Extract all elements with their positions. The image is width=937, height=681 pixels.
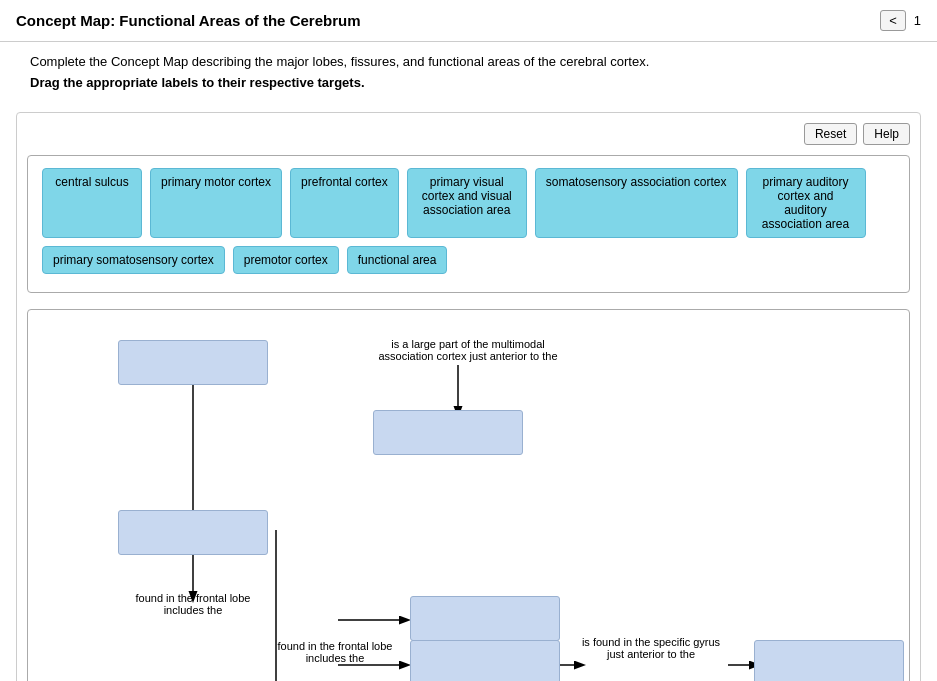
instructions-section: Complete the Concept Map describing the … (0, 42, 937, 104)
chip-central-sulcus[interactable]: central sulcus (42, 168, 142, 238)
nav-back-button[interactable]: < (880, 10, 906, 31)
toolbar: Reset Help (27, 123, 910, 145)
node-right-empty[interactable] (754, 640, 904, 681)
labels-area: central sulcus primary motor cortex pref… (27, 155, 910, 293)
chip-primary-visual-cortex[interactable]: primary visual cortex and visual associa… (407, 168, 527, 238)
node-top-center[interactable] (373, 410, 523, 455)
page-number: 1 (914, 13, 921, 28)
help-button[interactable]: Help (863, 123, 910, 145)
connector-anterior: is found in the specific gyrus just ante… (576, 636, 726, 660)
node-frontal-2[interactable] (410, 640, 560, 681)
instruction-line1: Complete the Concept Map describing the … (30, 54, 907, 69)
chip-primary-auditory-cortex[interactable]: primary auditory cortex and auditory ass… (746, 168, 866, 238)
header-navigation: < 1 (880, 10, 921, 31)
reset-button[interactable]: Reset (804, 123, 857, 145)
chip-primary-motor-cortex[interactable]: primary motor cortex (150, 168, 282, 238)
chip-primary-somatosensory[interactable]: primary somatosensory cortex (42, 246, 225, 274)
node-frontal-1[interactable] (410, 596, 560, 641)
labels-row-2: primary somatosensory cortex premotor co… (42, 246, 895, 274)
node-top-left[interactable] (118, 340, 268, 385)
chip-prefrontal-cortex[interactable]: prefrontal cortex (290, 168, 399, 238)
chip-somatosensory-assoc[interactable]: somatosensory association cortex (535, 168, 738, 238)
node-left-top[interactable] (118, 510, 268, 555)
concept-map: is a large part of the multimodal associ… (27, 309, 910, 681)
page-title: Concept Map: Functional Areas of the Cer… (16, 12, 360, 29)
chip-functional-area[interactable]: functional area (347, 246, 448, 274)
connector-frontal-1: found in the frontal lobe includes the (128, 592, 258, 616)
labels-row-1: central sulcus primary motor cortex pref… (42, 168, 895, 238)
chip-premotor-cortex[interactable]: premotor cortex (233, 246, 339, 274)
instruction-line2: Drag the appropriate labels to their res… (30, 75, 907, 90)
connector-frontal-2: found in the frontal lobe includes the (270, 640, 400, 664)
page-header: Concept Map: Functional Areas of the Cer… (0, 0, 937, 42)
workspace: Reset Help central sulcus primary motor … (16, 112, 921, 681)
connector-multimodal: is a large part of the multimodal associ… (368, 338, 568, 362)
